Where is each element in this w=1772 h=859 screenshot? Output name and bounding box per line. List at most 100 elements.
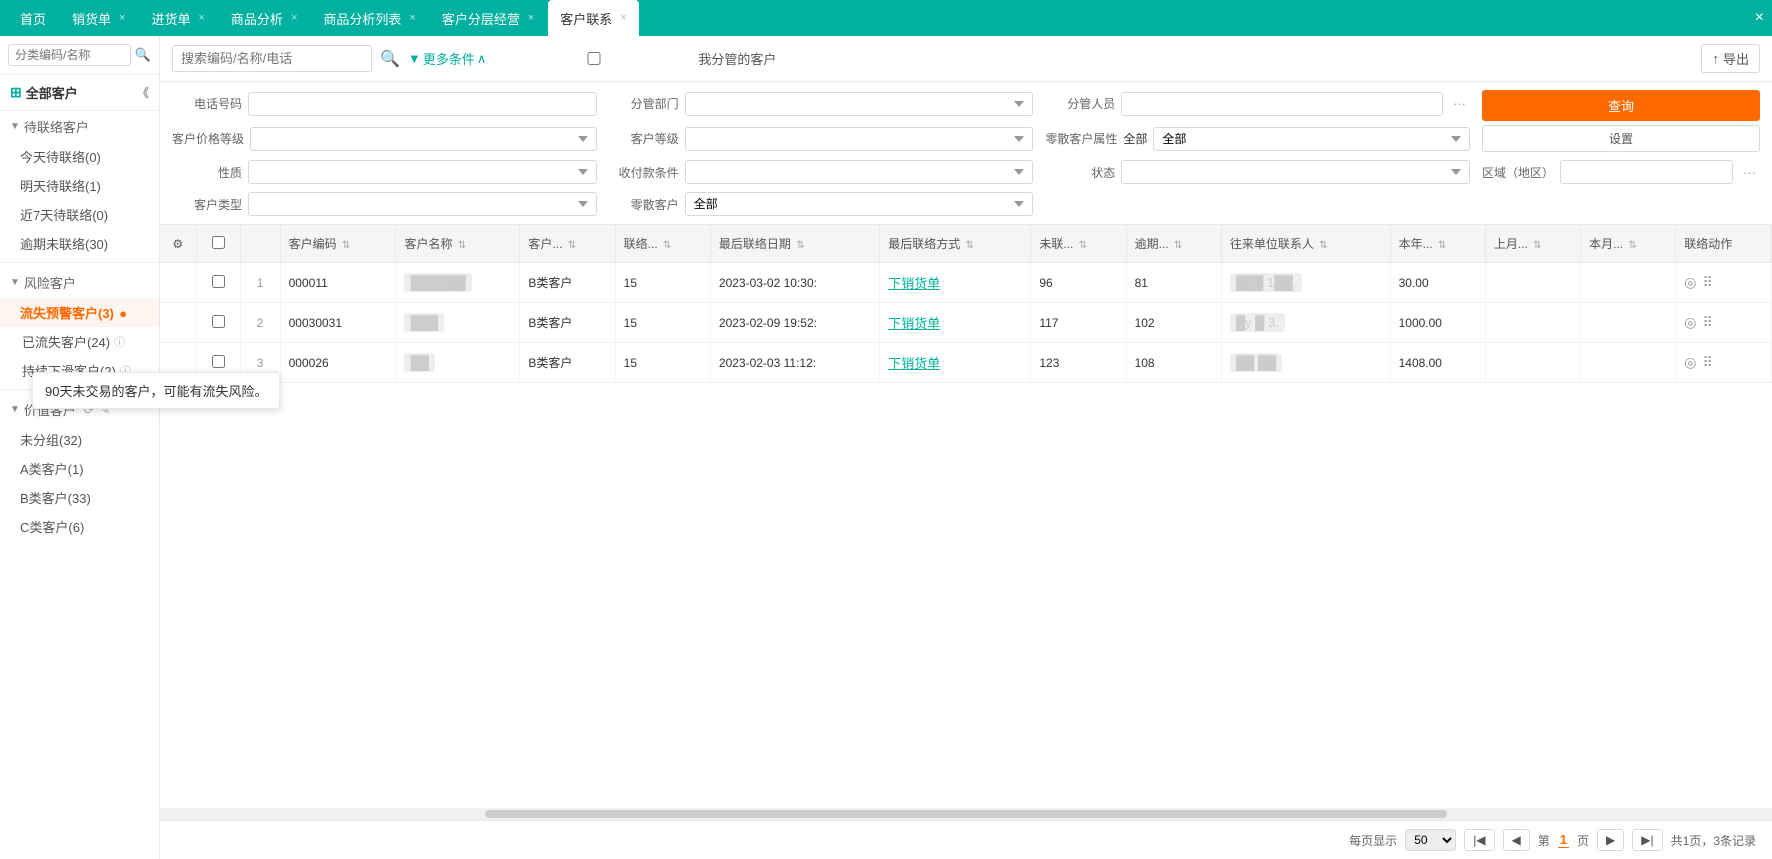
sidebar-group-risk[interactable]: ▼ 风险客户 <box>0 267 159 298</box>
scrollbar-thumb[interactable] <box>485 810 1447 818</box>
col-customer-name[interactable]: 客户名称 ⇅ <box>396 225 520 263</box>
row-checkbox[interactable] <box>212 275 225 288</box>
sidebar-item-churned[interactable]: 已流失客户(24) ⓘ <box>0 327 159 356</box>
nav-tab-product-analysis[interactable]: 商品分析 × <box>219 4 309 32</box>
export-button[interactable]: ↑ 导出 <box>1701 44 1760 73</box>
filter-customer-level-select[interactable] <box>685 127 1034 151</box>
collapse-icon[interactable]: 《 <box>137 84 149 101</box>
action-more-icon[interactable]: ⠿ <box>1703 274 1713 291</box>
col-this-month[interactable]: 本月... ⇅ <box>1581 225 1676 263</box>
cell-last-contact-method[interactable]: 下销货单 <box>880 263 1031 303</box>
col-contact[interactable]: 联络... ⇅ <box>615 225 710 263</box>
cell-contact: 15 <box>615 303 710 343</box>
filter-region-ellipsis[interactable]: ··· <box>1739 165 1760 180</box>
my-customers-label: 我分管的客户 <box>698 49 776 68</box>
col-customer-code[interactable]: 客户编码 ⇅ <box>280 225 396 263</box>
close-product-analysis-icon[interactable]: × <box>291 12 297 24</box>
sidebar-all-customers[interactable]: ⊞ 全部客户 《 <box>0 75 159 111</box>
cell-action[interactable]: ◎ ⠿ <box>1676 263 1772 303</box>
sidebar-item-class-b[interactable]: B类客户(33) <box>0 483 159 512</box>
action-contact-icon[interactable]: ◎ <box>1684 354 1696 371</box>
customer-table-container: ⚙ 客户编码 ⇅ 客户名称 ⇅ 客户... ⇅ 联络... ⇅ 最后联络日期 ⇅… <box>160 225 1772 808</box>
select-all-checkbox[interactable] <box>212 236 225 249</box>
sidebar-item-tomorrow-contact[interactable]: 明天待联络(1) <box>0 171 159 200</box>
cell-action[interactable]: ◎ ⠿ <box>1676 303 1772 343</box>
row-checkbox[interactable] <box>212 355 225 368</box>
sidebar-search-icon[interactable]: 🔍 <box>135 47 151 63</box>
filter-dept-select[interactable] <box>685 92 1034 116</box>
sidebar-item-class-c[interactable]: C类客户(6) <box>0 512 159 541</box>
per-page-select[interactable]: 50 100 <box>1405 829 1456 851</box>
cell-checkbox[interactable] <box>196 303 240 343</box>
nav-tab-purchase[interactable]: 进货单 × <box>139 4 216 32</box>
sidebar-item-ungroup[interactable]: 未分组(32) <box>0 425 159 454</box>
cell-action[interactable]: ◎ ⠿ <box>1676 343 1772 383</box>
close-customer-layer-icon[interactable]: × <box>528 12 534 24</box>
col-this-year[interactable]: 本年... ⇅ <box>1390 225 1485 263</box>
first-page-button[interactable]: |◀ <box>1464 829 1494 851</box>
cell-last-contact-method[interactable]: 下销货单 <box>880 303 1031 343</box>
close-customer-contact-icon[interactable]: × <box>620 12 626 24</box>
cell-checkbox[interactable] <box>196 263 240 303</box>
close-product-analysis-list-icon[interactable]: × <box>409 12 415 24</box>
filter-person-input[interactable] <box>1121 92 1443 116</box>
sidebar-item-week-contact[interactable]: 近7天待联络(0) <box>0 200 159 229</box>
col-select-all[interactable] <box>196 225 240 263</box>
col-action: 联络动作 <box>1676 225 1772 263</box>
filter-row-status: 状态 <box>1045 160 1470 184</box>
col-gear[interactable]: ⚙ <box>160 225 196 263</box>
sidebar-search-input[interactable] <box>8 44 131 66</box>
row-checkbox[interactable] <box>212 315 225 328</box>
last-page-button[interactable]: ▶| <box>1632 829 1662 851</box>
sidebar-item-class-a[interactable]: A类客户(1) <box>0 454 159 483</box>
nav-tab-product-analysis-list[interactable]: 商品分析列表 × <box>311 4 427 32</box>
sidebar-item-churn-warning[interactable]: 流失预警客户(3) ● <box>0 298 159 327</box>
filter-customer-type-select[interactable] <box>248 192 597 216</box>
nav-tab-home[interactable]: 首页 <box>8 4 58 32</box>
nav-tab-customer-layer[interactable]: 客户分层经营 × <box>430 4 546 32</box>
filter-status-select[interactable] <box>1121 160 1470 184</box>
col-last-contact-method[interactable]: 最后联络方式 ⇅ <box>880 225 1031 263</box>
prev-page-button[interactable]: ◀ <box>1503 829 1530 851</box>
my-customers-checkbox[interactable] <box>494 52 694 65</box>
nav-tab-customer-contact[interactable]: 客户联系 × <box>548 0 638 36</box>
sidebar-item-overdue-contact[interactable]: 逾期未联络(30) <box>0 229 159 258</box>
cell-last-contact-method[interactable]: 下销货单 <box>880 343 1031 383</box>
col-customer-type[interactable]: 客户... ⇅ <box>520 225 615 263</box>
nav-tab-sales[interactable]: 销货单 × <box>60 4 137 32</box>
sidebar-group-pending-contact[interactable]: ▼ 待联络客户 <box>0 111 159 142</box>
action-more-icon[interactable]: ⠿ <box>1703 354 1713 371</box>
filter-phone-input[interactable] <box>248 92 597 116</box>
more-conditions-label: 更多条件 <box>423 49 475 68</box>
action-contact-icon[interactable]: ◎ <box>1684 314 1696 331</box>
filter-scattered-select[interactable]: 全部 <box>685 192 1034 216</box>
filter-row-nature: 性质 <box>172 160 597 184</box>
filter-nature-select[interactable] <box>248 160 597 184</box>
query-button[interactable]: 查询 <box>1482 90 1760 121</box>
pagination: 每页显示 50 100 |◀ ◀ 第 1 页 ▶ ▶| 共1页，3条记录 <box>160 820 1772 859</box>
setting-button[interactable]: 设置 <box>1482 125 1760 152</box>
filter-payment-select[interactable] <box>685 160 1034 184</box>
more-conditions-button[interactable]: ▼ 更多条件 ∧ <box>408 49 486 68</box>
filter-attr-select[interactable]: 全部 <box>1153 127 1470 151</box>
close-all-button[interactable]: × <box>1755 9 1764 27</box>
sort-icon-code: ⇅ <box>342 240 350 251</box>
col-last-month[interactable]: 上月... ⇅ <box>1485 225 1580 263</box>
col-unit-contact[interactable]: 往来单位联系人 ⇅ <box>1221 225 1390 263</box>
filter-price-level-select[interactable] <box>250 127 597 151</box>
col-no-contact[interactable]: 未联... ⇅ <box>1031 225 1126 263</box>
close-purchase-icon[interactable]: × <box>198 12 204 24</box>
search-input[interactable] <box>172 45 372 72</box>
next-page-button[interactable]: ▶ <box>1597 829 1624 851</box>
search-button[interactable]: 🔍 <box>380 49 400 69</box>
col-last-contact-date[interactable]: 最后联络日期 ⇅ <box>710 225 879 263</box>
filter-person-ellipsis[interactable]: ··· <box>1449 96 1470 111</box>
col-overdue[interactable]: 逾期... ⇅ <box>1126 225 1221 263</box>
action-contact-icon[interactable]: ◎ <box>1684 274 1696 291</box>
filter-region-input[interactable] <box>1560 160 1733 184</box>
my-customers-checkbox-label[interactable]: 我分管的客户 <box>494 49 776 68</box>
horizontal-scrollbar[interactable] <box>160 808 1772 820</box>
action-more-icon[interactable]: ⠿ <box>1703 314 1713 331</box>
sidebar-item-today-contact[interactable]: 今天待联络(0) <box>0 142 159 171</box>
close-sales-icon[interactable]: × <box>119 12 125 24</box>
